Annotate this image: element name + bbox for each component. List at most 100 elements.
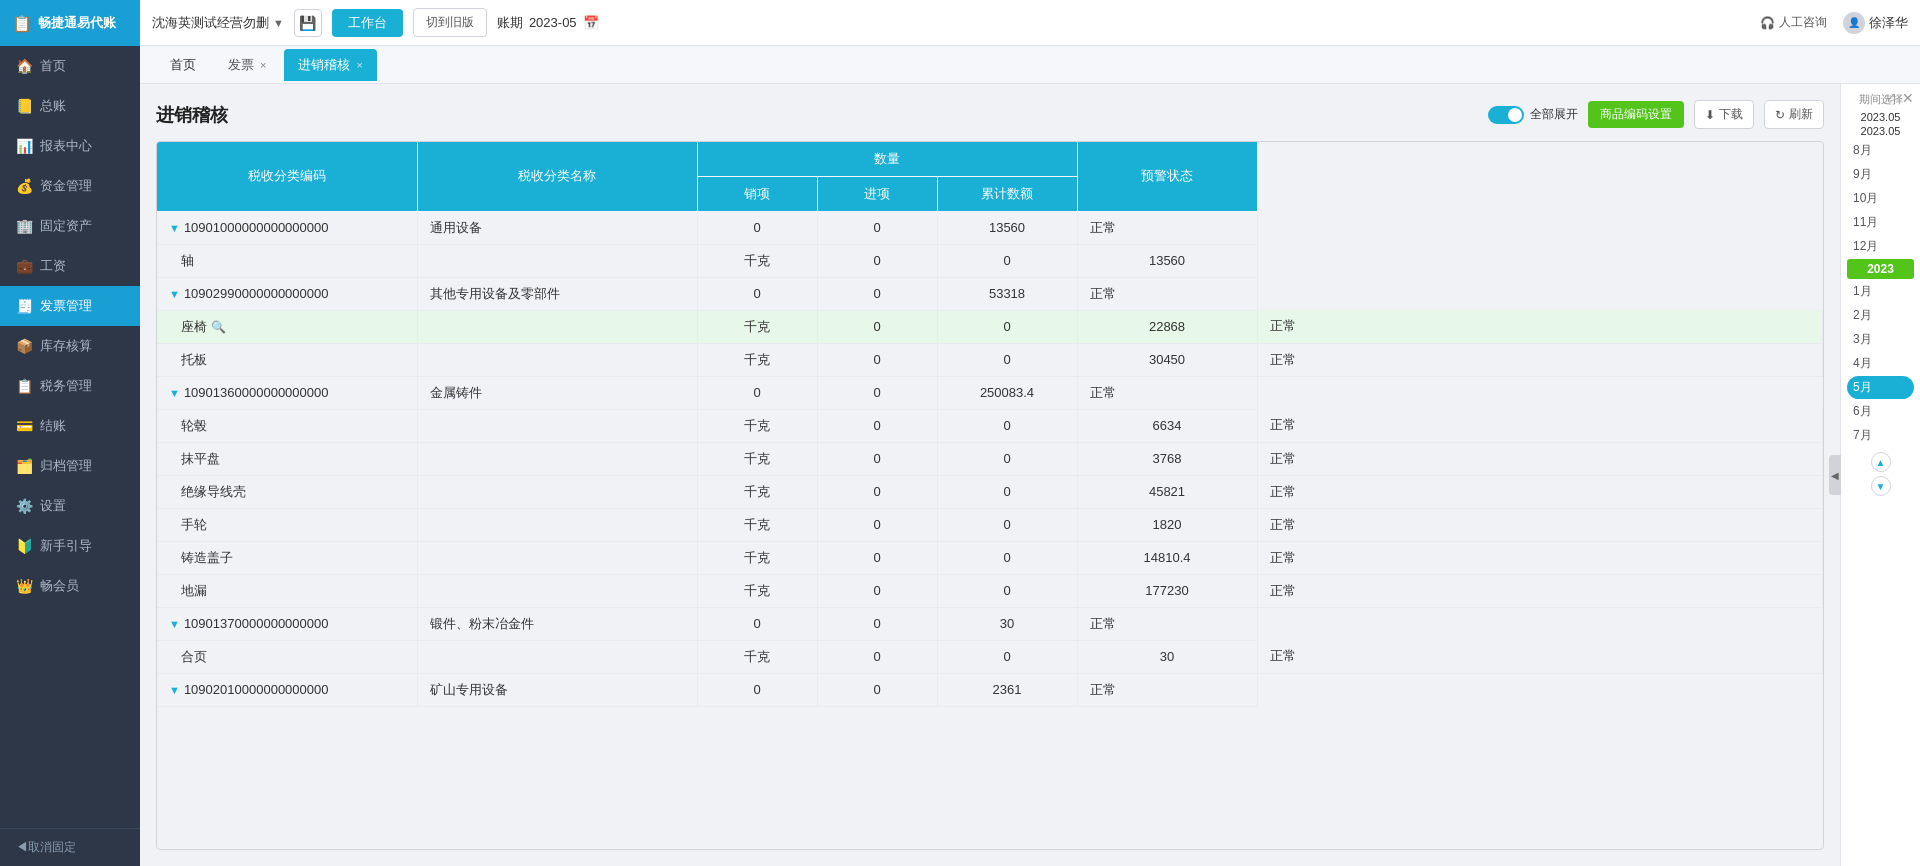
collapse-icon[interactable]: ▼ bbox=[169, 618, 180, 630]
td-purchase: 0 bbox=[817, 211, 937, 244]
td-code: ▼10902010000000000000 bbox=[157, 673, 417, 706]
calendar-icon[interactable]: 📅 bbox=[583, 15, 599, 30]
period-month-2[interactable]: 2月 bbox=[1847, 304, 1914, 327]
download-button[interactable]: ⬇ 下载 bbox=[1694, 100, 1754, 129]
tab-reconcile-close[interactable]: × bbox=[356, 59, 362, 71]
td-sales: 0 bbox=[817, 244, 937, 277]
sidebar-item-tax[interactable]: 📋 税务管理 bbox=[0, 366, 140, 406]
td-purchase: 0 bbox=[937, 244, 1077, 277]
td-status: 正常 bbox=[1257, 442, 1823, 475]
tab-invoice-close[interactable]: × bbox=[260, 59, 266, 71]
workbench-button[interactable]: 工作台 bbox=[332, 9, 403, 37]
table-row: 手轮 千克 0 0 1820 正常 bbox=[157, 508, 1823, 541]
sidebar-unpin[interactable]: ◀取消固定 bbox=[0, 828, 140, 866]
sidebar-item-invoice[interactable]: 🧾 发票管理 bbox=[0, 286, 140, 326]
period-month-11[interactable]: 11月 bbox=[1847, 211, 1914, 234]
sidebar-logo: 📋 畅捷通易代账 bbox=[0, 0, 140, 46]
table-row: 座椅🔍 千克 0 0 22868 正常 bbox=[157, 310, 1823, 343]
page-header: 进销稽核 全部展开 商品编码设置 ⬇ 下载 ↻ 刷新 bbox=[156, 100, 1824, 129]
td-code: 地漏 bbox=[157, 574, 417, 607]
collapse-icon[interactable]: ▼ bbox=[169, 288, 180, 300]
product-code-settings-button[interactable]: 商品编码设置 bbox=[1588, 101, 1684, 128]
period-value: 2023-05 bbox=[529, 15, 577, 30]
td-name: 其他专用设备及零部件 bbox=[417, 277, 697, 310]
sidebar-item-inventory[interactable]: 📦 库存核算 bbox=[0, 326, 140, 366]
support-button[interactable]: 🎧 人工咨询 bbox=[1760, 14, 1827, 31]
sidebar-item-reports[interactable]: 📊 报表中心 bbox=[0, 126, 140, 166]
sidebar-item-label: 首页 bbox=[40, 57, 66, 75]
sidebar-item-label: 总账 bbox=[40, 97, 66, 115]
td-unit: 千克 bbox=[697, 343, 817, 376]
scroll-down-button[interactable]: ▼ bbox=[1871, 476, 1891, 496]
td-code: 轮毂 bbox=[157, 409, 417, 442]
table-row: 抹平盘 千克 0 0 3768 正常 bbox=[157, 442, 1823, 475]
old-version-button[interactable]: 切到旧版 bbox=[413, 8, 487, 37]
td-total: 30 bbox=[1077, 640, 1257, 673]
collapse-icon[interactable]: ▼ bbox=[169, 387, 180, 399]
save-icon: 💾 bbox=[299, 15, 316, 31]
period-month-9[interactable]: 9月 bbox=[1847, 163, 1914, 186]
sidebar-item-guide[interactable]: 🔰 新手引导 bbox=[0, 526, 140, 566]
period-month-5[interactable]: 5月 bbox=[1847, 376, 1914, 399]
td-code: ▼10901360000000000000 bbox=[157, 376, 417, 409]
logo-text: 畅捷通易代账 bbox=[38, 14, 116, 32]
period-month-10[interactable]: 10月 bbox=[1847, 187, 1914, 210]
collapse-icon[interactable]: ▼ bbox=[169, 222, 180, 234]
sidebar-item-label: 设置 bbox=[40, 497, 66, 515]
refresh-button[interactable]: ↻ 刷新 bbox=[1764, 100, 1824, 129]
sidebar-item-settlement[interactable]: 💳 结账 bbox=[0, 406, 140, 446]
td-purchase: 0 bbox=[937, 310, 1077, 343]
expand-all-toggle[interactable] bbox=[1488, 106, 1524, 124]
assets-icon: 🏢 bbox=[16, 218, 32, 234]
tab-reconcile[interactable]: 进销稽核 × bbox=[284, 49, 376, 81]
sidebar-item-payroll[interactable]: 💼 工资 bbox=[0, 246, 140, 286]
topbar: 沈海英测试经营勿删 ▼ 💾 工作台 切到旧版 账期 2023-05 📅 🎧 人工… bbox=[140, 0, 1920, 46]
panel-toggle-btn[interactable]: ◀ bbox=[1829, 455, 1841, 495]
sidebar-item-settings[interactable]: ⚙️ 设置 bbox=[0, 486, 140, 526]
period-month-4[interactable]: 4月 bbox=[1847, 352, 1914, 375]
user-menu[interactable]: 👤 徐泽华 bbox=[1843, 12, 1908, 34]
period-month-7[interactable]: 7月 bbox=[1847, 424, 1914, 447]
sidebar-item-ledger[interactable]: 📒 总账 bbox=[0, 86, 140, 126]
period-month-1[interactable]: 1月 bbox=[1847, 280, 1914, 303]
ledger-icon: 📒 bbox=[16, 98, 32, 114]
close-panel-button[interactable]: ✕ bbox=[1902, 90, 1914, 106]
scroll-up-button[interactable]: ▲ bbox=[1871, 452, 1891, 472]
sidebar-item-member[interactable]: 👑 畅会员 bbox=[0, 566, 140, 606]
sidebar-item-finance[interactable]: 💰 资金管理 bbox=[0, 166, 140, 206]
sidebar-item-assets[interactable]: 🏢 固定资产 bbox=[0, 206, 140, 246]
period-month-8[interactable]: 8月 bbox=[1847, 139, 1914, 162]
sidebar-item-home[interactable]: 🏠 首页 bbox=[0, 46, 140, 86]
td-name bbox=[417, 574, 697, 607]
company-selector[interactable]: 沈海英测试经营勿删 ▼ bbox=[152, 14, 284, 32]
refresh-label: 刷新 bbox=[1789, 106, 1813, 123]
collapse-icon[interactable]: ▼ bbox=[169, 684, 180, 696]
support-label: 人工咨询 bbox=[1779, 14, 1827, 31]
download-label: 下载 bbox=[1719, 106, 1743, 123]
td-unit: 千克 bbox=[697, 310, 817, 343]
tab-home[interactable]: 首页 bbox=[156, 49, 210, 81]
td-code: 轴 bbox=[157, 244, 417, 277]
td-status: 正常 bbox=[1257, 310, 1823, 343]
row-search-icon[interactable]: 🔍 bbox=[211, 320, 226, 334]
td-sales: 0 bbox=[697, 211, 817, 244]
user-name: 徐泽华 bbox=[1869, 14, 1908, 32]
sidebar-item-archive[interactable]: 🗂️ 归档管理 bbox=[0, 446, 140, 486]
save-button[interactable]: 💾 bbox=[294, 9, 322, 37]
tab-invoice[interactable]: 发票 × bbox=[214, 49, 280, 81]
table-row: 托板 千克 0 0 30450 正常 bbox=[157, 343, 1823, 376]
td-status: 正常 bbox=[1257, 343, 1823, 376]
tab-reconcile-label: 进销稽核 bbox=[298, 56, 350, 74]
period-month-6[interactable]: 6月 bbox=[1847, 400, 1914, 423]
period-month-3[interactable]: 3月 bbox=[1847, 328, 1914, 351]
td-purchase: 0 bbox=[937, 640, 1077, 673]
expand-panel-button[interactable]: ⤢ bbox=[1886, 90, 1896, 104]
period-year-2023[interactable]: 2023 bbox=[1847, 259, 1914, 279]
td-total: 177230 bbox=[1077, 574, 1257, 607]
period-month-12[interactable]: 12月 bbox=[1847, 235, 1914, 258]
member-icon: 👑 bbox=[16, 578, 32, 594]
invoice-icon: 🧾 bbox=[16, 298, 32, 314]
payroll-icon: 💼 bbox=[16, 258, 32, 274]
td-purchase: 0 bbox=[937, 442, 1077, 475]
td-purchase: 0 bbox=[937, 475, 1077, 508]
